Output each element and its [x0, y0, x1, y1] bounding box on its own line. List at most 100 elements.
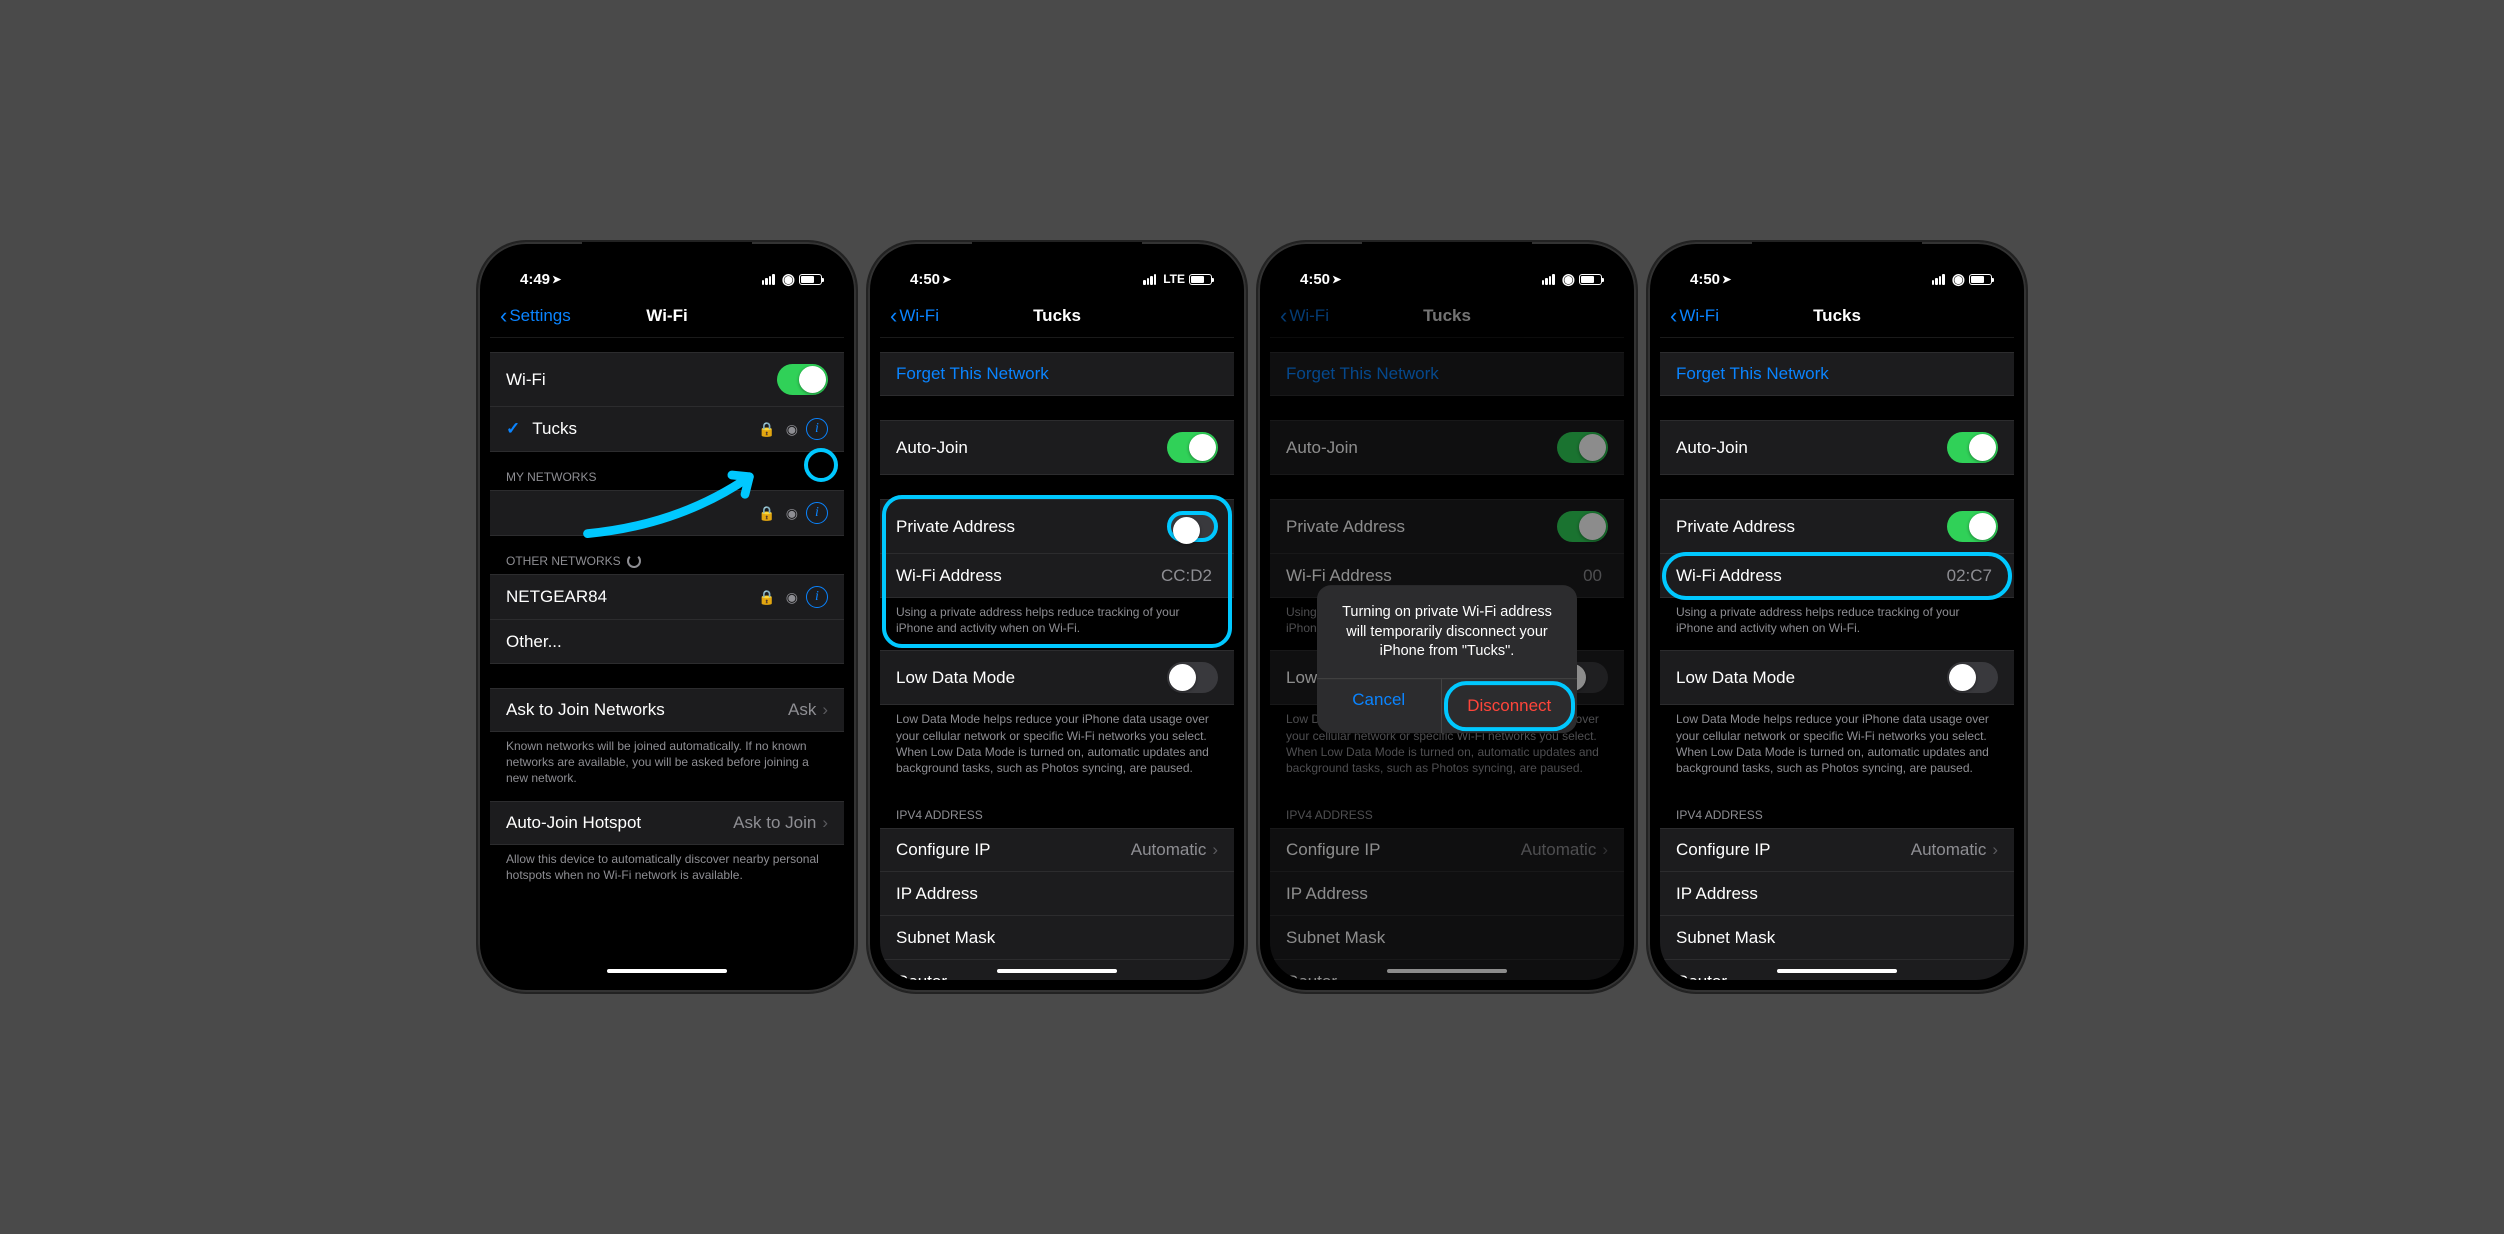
forget-network-cell[interactable]: Forget This Network — [1660, 352, 2014, 396]
private-address-toggle[interactable] — [1167, 511, 1218, 542]
wifi-address-value: 02:C7 — [1947, 566, 1992, 586]
info-icon[interactable]: i — [806, 586, 828, 608]
private-address-toggle[interactable] — [1947, 511, 1998, 542]
ip-address-cell: IP Address — [1660, 872, 2014, 916]
nav-bar: ‹ Wi-Fi Tucks — [880, 294, 1234, 338]
wifi-toggle-label: Wi-Fi — [506, 370, 777, 390]
location-icon: ➤ — [1332, 273, 1341, 286]
location-icon: ➤ — [1722, 273, 1731, 286]
wifi-icon: ◉ — [786, 421, 798, 438]
wifi-toggle[interactable] — [777, 364, 828, 395]
network-type: LTE — [1163, 272, 1185, 286]
cellular-icon — [1932, 274, 1945, 285]
cellular-icon — [1542, 274, 1555, 285]
auto-join-cell[interactable]: Auto-Join — [1660, 420, 2014, 475]
configure-ip-label: Configure IP — [1676, 840, 1911, 860]
home-indicator[interactable] — [1777, 969, 1897, 973]
auto-hotspot-value: Ask to Join — [733, 813, 816, 833]
forget-label: Forget This Network — [1676, 364, 1829, 384]
other-label: Other... — [506, 632, 828, 652]
wifi-address-label: Wi-Fi Address — [1676, 566, 1947, 586]
chevron-left-icon: ‹ — [890, 305, 897, 327]
low-data-label: Low Data Mode — [1676, 668, 1947, 688]
low-data-label: Low Data Mode — [896, 668, 1167, 688]
chevron-right-icon: › — [822, 813, 828, 833]
auto-join-toggle[interactable] — [1167, 432, 1218, 463]
auto-join-label: Auto-Join — [1676, 438, 1947, 458]
nav-bar: ‹ Wi-Fi Tucks — [1270, 294, 1624, 338]
cellular-icon — [1143, 274, 1156, 285]
low-data-mode-cell[interactable]: Low Data Mode — [880, 650, 1234, 705]
phone-4: 4:50 ➤ ◉ ‹ Wi-Fi Tucks Forget This Netwo… — [1648, 242, 2026, 992]
ip-address-label: IP Address — [1676, 884, 1998, 904]
private-address-cell[interactable]: Private Address — [1660, 499, 2014, 554]
lock-icon: 🔒 — [758, 505, 775, 522]
auto-hotspot-label: Auto-Join Hotspot — [506, 813, 733, 833]
ask-join-label: Ask to Join Networks — [506, 700, 788, 720]
wifi-icon: ◉ — [786, 589, 798, 606]
low-data-footer: Low Data Mode helps reduce your iPhone d… — [1660, 705, 2014, 790]
wifi-icon: ◉ — [786, 505, 798, 522]
configure-ip-cell[interactable]: Configure IP Automatic › — [1660, 828, 2014, 872]
low-data-toggle[interactable] — [1167, 662, 1218, 693]
chevron-right-icon: › — [822, 700, 828, 720]
ip-address-label: IP Address — [896, 884, 1218, 904]
back-label: Settings — [509, 306, 570, 326]
ipv4-header: IPV4 ADDRESS — [1660, 790, 2014, 828]
back-button: ‹ Wi-Fi — [1280, 305, 1329, 327]
wifi-status-icon: ◉ — [1562, 270, 1575, 288]
subnet-mask-cell: Subnet Mask — [1660, 916, 2014, 960]
my-networks-header: MY NETWORKS — [490, 452, 844, 490]
private-address-footer: Using a private address helps reduce tra… — [1660, 598, 2014, 650]
wifi-address-cell: Wi-Fi Address 02:C7 — [1660, 554, 2014, 598]
info-icon[interactable]: i — [806, 502, 828, 524]
status-time: 4:50 — [910, 271, 940, 288]
back-button[interactable]: ‹ Wi-Fi — [890, 305, 939, 327]
battery-icon — [1579, 274, 1602, 285]
private-address-cell[interactable]: Private Address — [880, 499, 1234, 554]
status-time: 4:50 — [1300, 271, 1330, 288]
low-data-toggle[interactable] — [1947, 662, 1998, 693]
configure-ip-value: Automatic — [1911, 840, 1987, 860]
wifi-address-label: Wi-Fi Address — [896, 566, 1161, 586]
ask-to-join-cell[interactable]: Ask to Join Networks Ask › — [490, 688, 844, 732]
alert-cancel-button[interactable]: Cancel — [1317, 679, 1442, 733]
back-label: Wi-Fi — [899, 306, 939, 326]
configure-ip-cell[interactable]: Configure IP Automatic › — [880, 828, 1234, 872]
connected-network-cell[interactable]: ✓ Tucks 🔒 ◉ i — [490, 407, 844, 452]
chevron-right-icon: › — [1992, 840, 1998, 860]
info-icon[interactable]: i — [806, 418, 828, 440]
battery-icon — [799, 274, 822, 285]
auto-hotspot-footer: Allow this device to automatically disco… — [490, 845, 844, 897]
wifi-toggle-cell[interactable]: Wi-Fi — [490, 352, 844, 407]
wifi-address-value: CC:D2 — [1161, 566, 1212, 586]
phone-3: 4:50 ➤ ◉ ‹ Wi-Fi Tucks Forget This Netwo… — [1258, 242, 1636, 992]
back-button[interactable]: ‹ Settings — [500, 305, 571, 327]
auto-join-toggle[interactable] — [1947, 432, 1998, 463]
forget-network-cell[interactable]: Forget This Network — [880, 352, 1234, 396]
cellular-icon — [762, 274, 775, 285]
low-data-footer: Low Data Mode helps reduce your iPhone d… — [880, 705, 1234, 790]
other-cell[interactable]: Other... — [490, 620, 844, 664]
other-network-cell[interactable]: NETGEAR84 🔒 ◉ i — [490, 574, 844, 620]
alert-dialog: Turning on private Wi-Fi address will te… — [1317, 585, 1577, 733]
location-icon: ➤ — [942, 273, 951, 286]
private-address-footer: Using a private address helps reduce tra… — [880, 598, 1234, 650]
status-time: 4:50 — [1690, 271, 1720, 288]
chevron-left-icon: ‹ — [500, 305, 507, 327]
alert-disconnect-button[interactable]: Disconnect — [1444, 681, 1576, 731]
home-indicator[interactable] — [997, 969, 1117, 973]
forget-label: Forget This Network — [896, 364, 1049, 384]
home-indicator[interactable] — [607, 969, 727, 973]
back-button[interactable]: ‹ Wi-Fi — [1670, 305, 1719, 327]
auto-join-label: Auto-Join — [896, 438, 1167, 458]
my-network-cell[interactable]: 🔒 ◉ i — [490, 490, 844, 536]
private-address-label: Private Address — [896, 517, 1167, 537]
configure-ip-value: Automatic — [1131, 840, 1207, 860]
check-icon: ✓ — [506, 419, 520, 439]
auto-join-cell[interactable]: Auto-Join — [880, 420, 1234, 475]
low-data-mode-cell[interactable]: Low Data Mode — [1660, 650, 2014, 705]
connected-network-name: Tucks — [532, 419, 758, 439]
lock-icon: 🔒 — [758, 421, 775, 438]
auto-join-hotspot-cell[interactable]: Auto-Join Hotspot Ask to Join › — [490, 801, 844, 845]
